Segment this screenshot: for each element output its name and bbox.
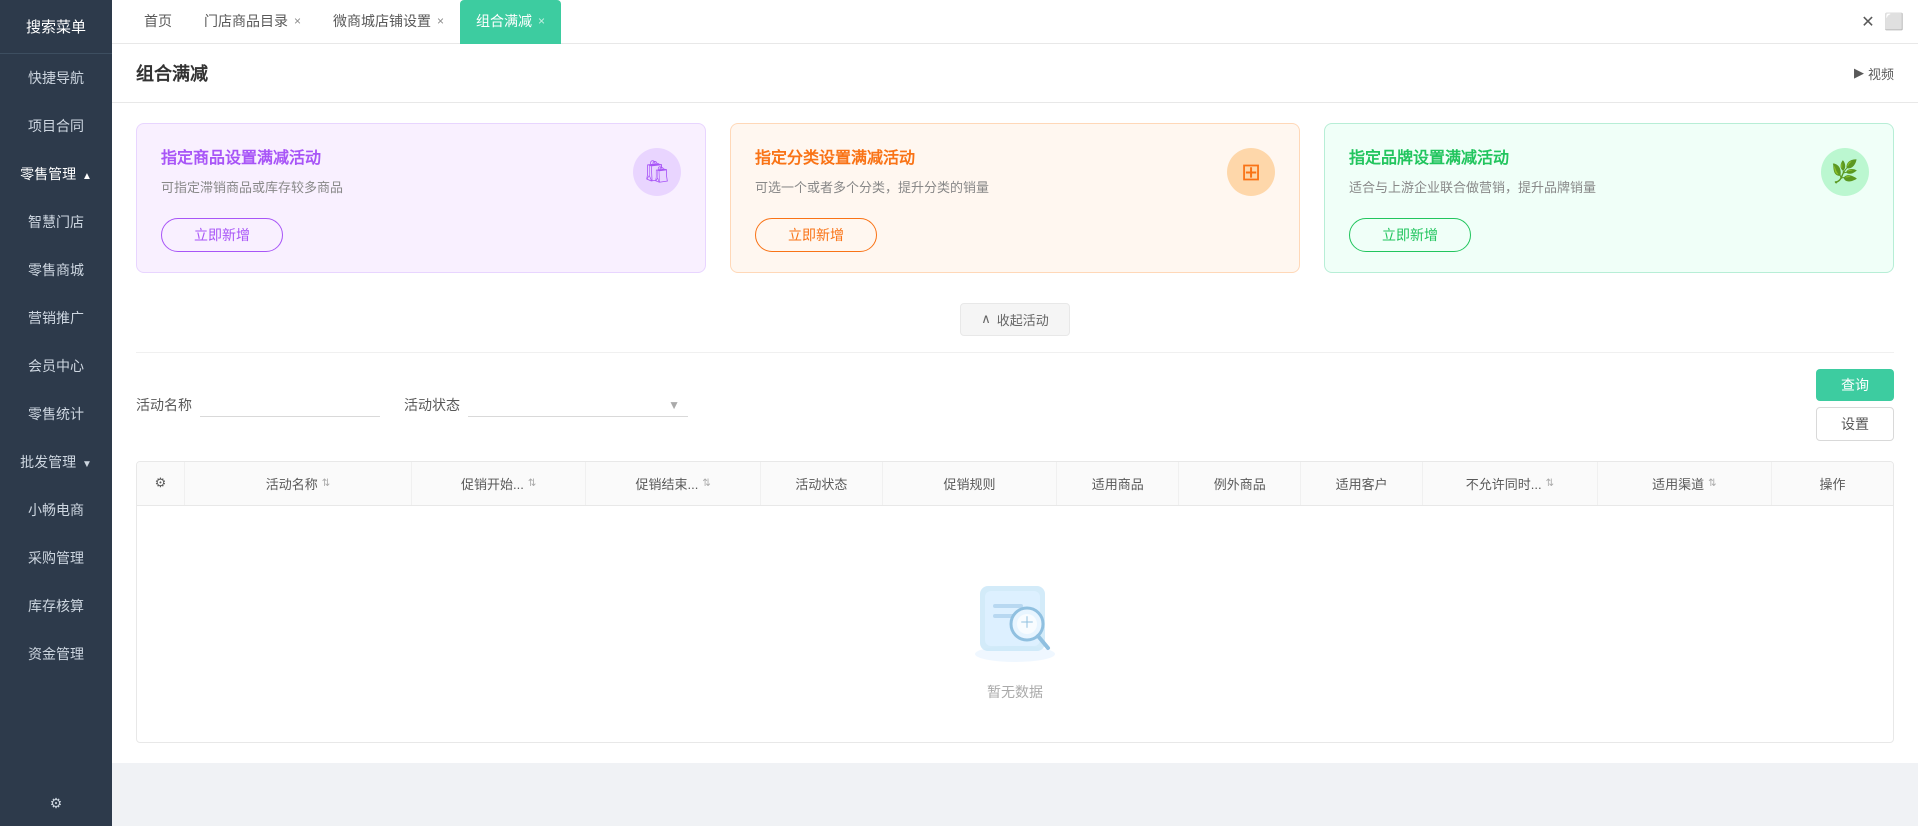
th-customer: 适用客户 (1301, 462, 1423, 505)
category-card-add-btn[interactable]: 立即新增 (755, 218, 877, 252)
th-start[interactable]: 促销开始... ⇅ (412, 462, 586, 505)
product-card-desc: 可指定滞销商品或库存较多商品 (161, 178, 681, 198)
brand-card-title: 指定品牌设置满减活动 (1349, 144, 1869, 168)
wholesale-manage-arrow: ▼ (82, 459, 92, 470)
retail-manage-arrow: ▲ (82, 171, 92, 182)
category-card-icon: ⊞ (1227, 148, 1275, 196)
tab-store-catalog[interactable]: 门店商品目录 × (188, 0, 317, 44)
sort-channel-icon: ⇅ (1708, 478, 1716, 489)
table-header: ⚙ 活动名称 ⇅ 促销开始... ⇅ 促销结束... ⇅ (137, 462, 1893, 506)
video-link[interactable]: ▶ 视频 (1854, 64, 1894, 83)
sidebar-search[interactable]: 搜索菜单 (0, 0, 112, 54)
sidebar-item-retail-manage[interactable]: 零售管理 ▲ (0, 150, 112, 198)
sort-noallow-icon: ⇅ (1546, 478, 1554, 489)
th-noallow[interactable]: 不允许同时... ⇅ (1423, 462, 1597, 505)
sidebar-item-retail-stats[interactable]: 零售统计 (0, 390, 112, 438)
category-card: ⊞ 指定分类设置满减活动 可选一个或者多个分类，提升分类的销量 立即新增 (730, 123, 1300, 273)
brand-card: 🌿 指定品牌设置满减活动 适合与上游企业联合做营销，提升品牌销量 立即新增 (1324, 123, 1894, 273)
filter-status-label: 活动状态 (404, 395, 460, 415)
collapse-icon: ∧ (981, 311, 991, 327)
category-card-desc: 可选一个或者多个分类，提升分类的销量 (755, 178, 1275, 198)
window-maximize-btn[interactable]: ⬜ (1886, 14, 1902, 30)
tab-bar: 首页 门店商品目录 × 微商城店铺设置 × 组合满减 × ✕ ⬜ (112, 0, 1918, 44)
sidebar-item-retail-mall[interactable]: 零售商城 (0, 246, 112, 294)
sidebar-item-xiaochangec[interactable]: 小畅电商 (0, 486, 112, 534)
brand-card-desc: 适合与上游企业联合做营销，提升品牌销量 (1349, 178, 1869, 198)
tab-store-catalog-close[interactable]: × (294, 14, 301, 28)
filter-name-label: 活动名称 (136, 395, 192, 415)
page-content: 组合满减 ▶ 视频 🛍 指定商品设置满减活动 可指定滞销商品或库存较多商品 立即… (112, 44, 1918, 826)
empty-text: 暂无数据 (987, 682, 1043, 702)
filter-row: 活动名称 活动状态 ▼ 查询 设置 (136, 352, 1894, 453)
page-title: 组合满减 (136, 60, 208, 86)
collapse-label: 收起活动 (997, 310, 1049, 329)
brand-card-add-btn[interactable]: 立即新增 (1349, 218, 1471, 252)
sidebar-item-purchase-manage[interactable]: 采购管理 (0, 534, 112, 582)
th-action: 操作 (1772, 462, 1893, 505)
activity-cards: 🛍 指定商品设置满减活动 可指定滞销商品或库存较多商品 立即新增 ⊞ 指定分类设… (136, 123, 1894, 273)
data-table: ⚙ 活动名称 ⇅ 促销开始... ⇅ 促销结束... ⇅ (136, 461, 1894, 743)
filter-status-item: 活动状态 ▼ (404, 392, 688, 417)
th-rule: 促销规则 (883, 462, 1057, 505)
play-icon: ▶ (1854, 65, 1864, 81)
filter-status-wrapper: ▼ (468, 392, 688, 417)
filter-status-select[interactable] (468, 392, 688, 417)
sort-name-icon: ⇅ (322, 478, 330, 489)
brand-card-icon: 🌿 (1821, 148, 1869, 196)
tab-wechat-store-setting[interactable]: 微商城店铺设置 × (317, 0, 460, 44)
collapse-bar: ∧ 收起活动 (136, 293, 1894, 352)
sidebar-item-member-center[interactable]: 会员中心 (0, 342, 112, 390)
tab-home[interactable]: 首页 (128, 0, 188, 44)
filter-name-input[interactable] (200, 392, 380, 417)
th-end[interactable]: 促销结束... ⇅ (586, 462, 760, 505)
tab-wechat-setting-close[interactable]: × (437, 14, 444, 28)
sidebar-settings[interactable]: ⚙ (0, 781, 112, 826)
category-card-title: 指定分类设置满减活动 (755, 144, 1275, 168)
empty-state: 暂无数据 (137, 506, 1893, 742)
product-card-title: 指定商品设置满减活动 (161, 144, 681, 168)
sidebar-item-smart-store[interactable]: 智慧门店 (0, 198, 112, 246)
product-card-icon: 🛍 (633, 148, 681, 196)
sidebar-item-wholesale-manage[interactable]: 批发管理 ▼ (0, 438, 112, 486)
page-header: 组合满减 ▶ 视频 (112, 44, 1918, 103)
setting-button[interactable]: 设置 (1816, 407, 1894, 441)
collapse-button[interactable]: ∧ 收起活动 (960, 303, 1070, 336)
th-goods: 适用商品 (1057, 462, 1179, 505)
sidebar-item-quick-nav[interactable]: 快捷导航 (0, 54, 112, 102)
sort-end-icon: ⇅ (702, 478, 710, 489)
tab-combo-discount-close[interactable]: × (538, 14, 545, 28)
tab-combo-discount[interactable]: 组合满减 × (460, 0, 561, 44)
window-close-btn[interactable]: ✕ (1860, 14, 1876, 30)
th-gear[interactable]: ⚙ (137, 462, 185, 505)
th-status: 活动状态 (761, 462, 883, 505)
content-area: 组合满减 ▶ 视频 🛍 指定商品设置满减活动 可指定滞销商品或库存较多商品 立即… (112, 44, 1918, 763)
sidebar-item-inventory[interactable]: 库存核算 (0, 582, 112, 630)
product-card-add-btn[interactable]: 立即新增 (161, 218, 283, 252)
filter-actions: 查询 设置 (1816, 369, 1894, 441)
window-controls: ✕ ⬜ (1860, 14, 1902, 30)
main-area: 首页 门店商品目录 × 微商城店铺设置 × 组合满减 × ✕ ⬜ 组合满减 ▶ (112, 0, 1918, 826)
table-gear-icon: ⚙ (155, 475, 167, 491)
sidebar-item-marketing[interactable]: 营销推广 (0, 294, 112, 342)
empty-illustration (955, 566, 1075, 666)
sidebar: 搜索菜单 快捷导航 项目合同 零售管理 ▲ 智慧门店 零售商城 营销推广 会员中… (0, 0, 112, 826)
product-card: 🛍 指定商品设置满减活动 可指定滞销商品或库存较多商品 立即新增 (136, 123, 706, 273)
sidebar-item-project-contract[interactable]: 项目合同 (0, 102, 112, 150)
filter-name-item: 活动名称 (136, 392, 380, 417)
sort-start-icon: ⇅ (528, 478, 536, 489)
th-except-goods: 例外商品 (1179, 462, 1301, 505)
query-button[interactable]: 查询 (1816, 369, 1894, 401)
gear-icon: ⚙ (50, 795, 63, 811)
th-channel[interactable]: 适用渠道 ⇅ (1598, 462, 1772, 505)
sidebar-item-finance[interactable]: 资金管理 (0, 630, 112, 678)
th-name[interactable]: 活动名称 ⇅ (185, 462, 412, 505)
